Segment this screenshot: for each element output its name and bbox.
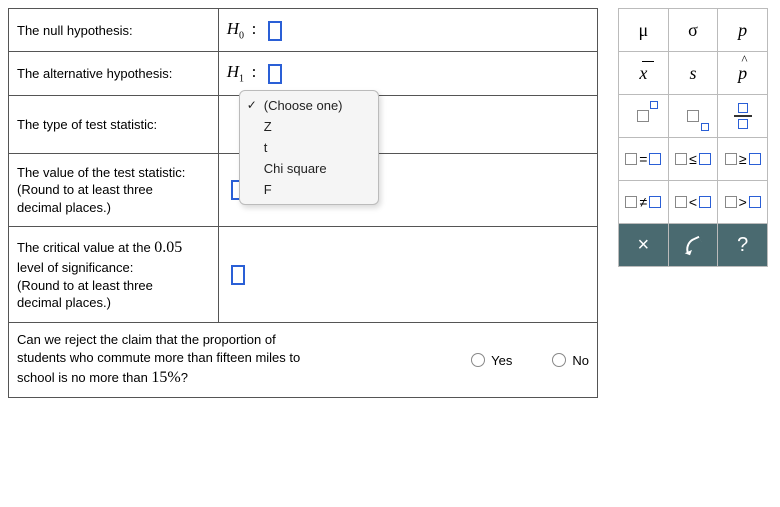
radio-yes-label: Yes	[491, 353, 512, 368]
palette-eq[interactable]: =	[619, 138, 669, 180]
critical-value-label: The critical value at the 0.05 level of …	[9, 227, 219, 322]
palette-p[interactable]: p	[718, 9, 767, 51]
hypothesis-test-table: The null hypothesis: H0 : The alternativ…	[8, 8, 598, 398]
palette-superscript[interactable]	[619, 95, 669, 137]
radio-circle-icon	[552, 353, 566, 367]
radio-no-label: No	[572, 353, 589, 368]
palette-sigma[interactable]: σ	[669, 9, 719, 51]
critical-value-input[interactable]	[231, 265, 245, 285]
conclusion-cell: Can we reject the claim that the proport…	[9, 322, 598, 398]
stat-type-cell: (Choose one) Z t Chi square F	[218, 95, 597, 153]
palette-subscript[interactable]	[669, 95, 719, 137]
box-icon	[637, 110, 649, 122]
conclusion-question: Can we reject the claim that the proport…	[17, 331, 431, 390]
row-null-hypothesis: The null hypothesis: H0 :	[9, 9, 598, 52]
critical-value-cell	[218, 227, 597, 322]
dropdown-option-choose-one[interactable]: (Choose one)	[240, 95, 378, 116]
dropdown-option-t[interactable]: t	[240, 137, 378, 158]
palette-le[interactable]: ≤	[669, 138, 719, 180]
palette-xbar[interactable]: x	[619, 52, 669, 94]
palette-mu[interactable]: μ	[619, 9, 669, 51]
colon: :	[252, 62, 257, 81]
symbol-palette: μ σ p x s p = ≤ ≥	[618, 8, 768, 267]
box-icon	[650, 101, 658, 109]
row-conclusion: Can we reject the claim that the proport…	[9, 322, 598, 398]
palette-s[interactable]: s	[669, 52, 719, 94]
palette-lt[interactable]: <	[669, 181, 719, 223]
box-icon	[701, 123, 709, 131]
row-critical-value: The critical value at the 0.05 level of …	[9, 227, 598, 322]
radio-yes[interactable]: Yes	[471, 353, 512, 368]
colon: :	[252, 19, 257, 38]
palette-close-button[interactable]: ×	[619, 224, 669, 266]
radio-no[interactable]: No	[552, 353, 589, 368]
box-icon	[687, 110, 699, 122]
palette-undo-button[interactable]	[669, 224, 719, 266]
row-stat-type: The type of test statistic: (Choose one)…	[9, 95, 598, 153]
dropdown-option-chi-square[interactable]: Chi square	[240, 158, 378, 179]
null-hypothesis-input[interactable]	[268, 21, 282, 41]
alt-hypothesis-label: The alternative hypothesis:	[9, 52, 219, 95]
radio-circle-icon	[471, 353, 485, 367]
palette-fraction[interactable]	[718, 95, 767, 137]
stat-type-label: The type of test statistic:	[9, 95, 219, 153]
dropdown-option-f[interactable]: F	[240, 179, 378, 200]
null-hypothesis-label: The null hypothesis:	[9, 9, 219, 52]
undo-icon	[682, 236, 703, 254]
palette-gt[interactable]: >	[718, 181, 767, 223]
h1-symbol: H1	[227, 62, 244, 81]
stat-value-label: The value of the test statistic: (Round …	[9, 153, 219, 227]
null-hypothesis-value-cell: H0 :	[218, 9, 597, 52]
fraction-icon	[734, 103, 752, 129]
stat-type-dropdown[interactable]: (Choose one) Z t Chi square F	[239, 90, 379, 205]
h0-symbol: H0	[227, 19, 244, 38]
palette-help-button[interactable]: ?	[718, 224, 767, 266]
palette-ne[interactable]: ≠	[619, 181, 669, 223]
row-alt-hypothesis: The alternative hypothesis: H1 :	[9, 52, 598, 95]
alt-hypothesis-value-cell: H1 :	[218, 52, 597, 95]
palette-ge[interactable]: ≥	[718, 138, 767, 180]
palette-phat[interactable]: p	[718, 52, 767, 94]
alt-hypothesis-input[interactable]	[268, 64, 282, 84]
dropdown-option-z[interactable]: Z	[240, 116, 378, 137]
